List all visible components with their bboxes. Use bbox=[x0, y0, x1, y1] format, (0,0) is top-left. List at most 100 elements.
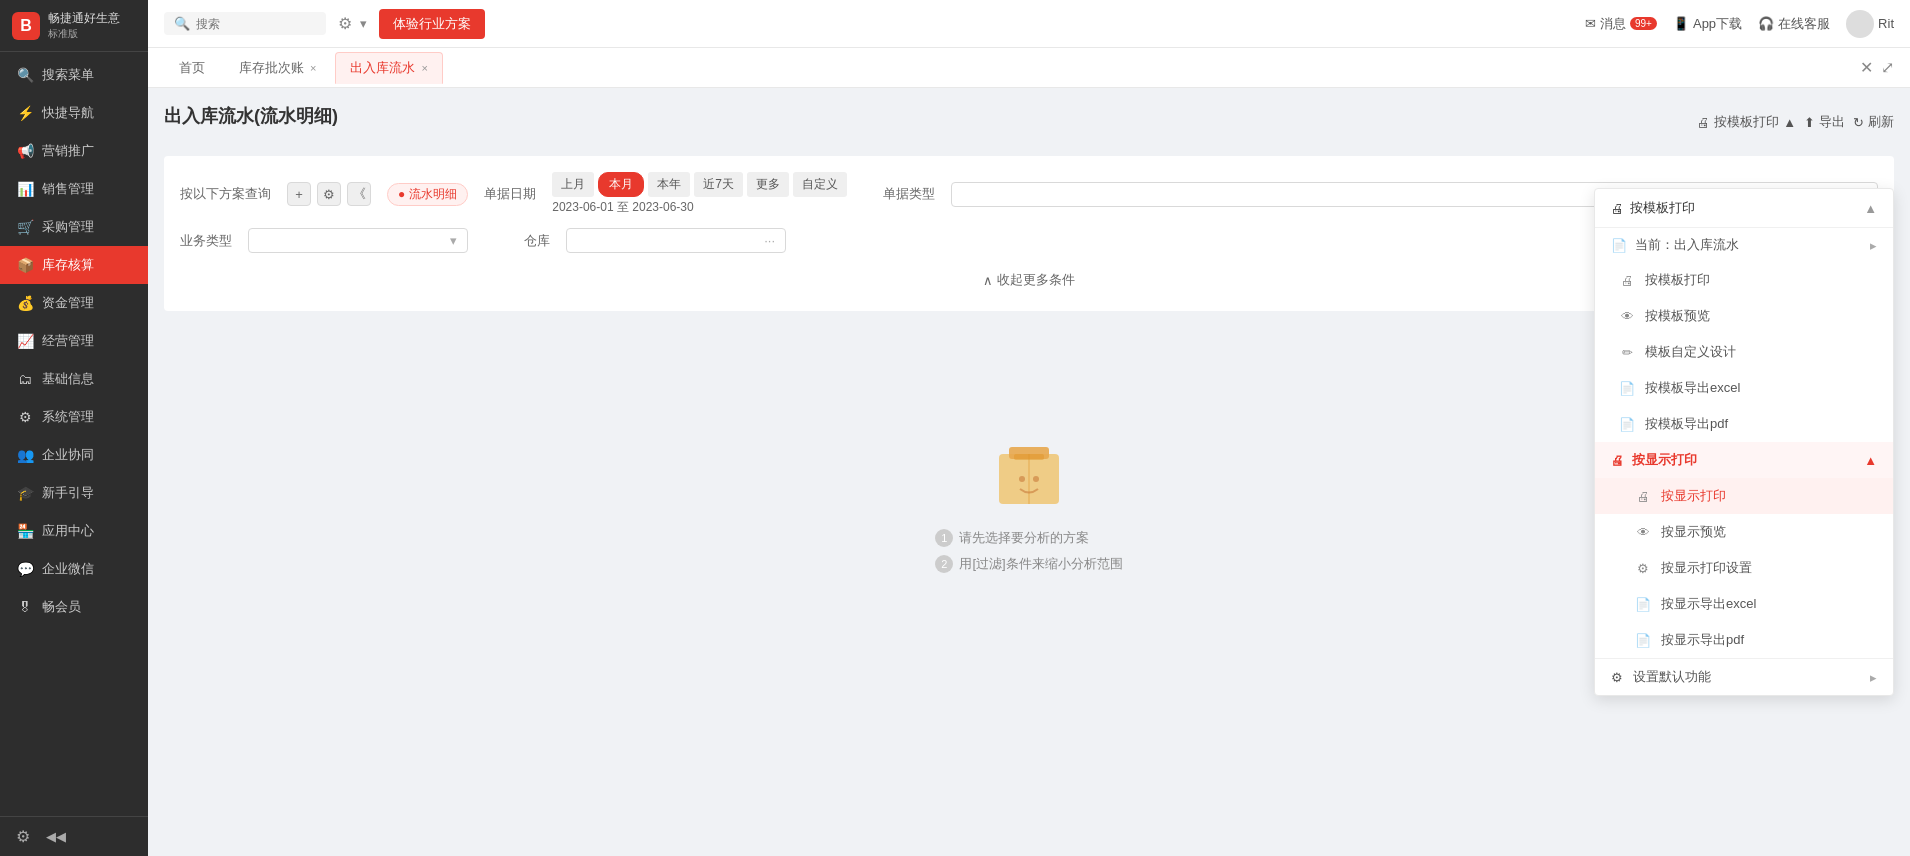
sidebar-item-operation[interactable]: 📈经营管理 bbox=[0, 322, 148, 360]
dropdown-template-print[interactable]: 🖨 按模板打印 bbox=[1595, 262, 1893, 298]
collapse-filter-label: 收起更多条件 bbox=[997, 271, 1075, 289]
dropdown-display-pdf[interactable]: 📄 按显示导出pdf bbox=[1595, 622, 1893, 658]
operation-icon: 📈 bbox=[16, 332, 34, 350]
dropdown-header-arrow[interactable]: ▲ bbox=[1864, 201, 1877, 216]
dropdown-footer[interactable]: ⚙ 设置默认功能 ▸ bbox=[1595, 658, 1893, 695]
chevron-down-icon[interactable]: ▾ bbox=[360, 16, 367, 31]
search-input[interactable] bbox=[196, 17, 316, 31]
date-current-month[interactable]: 本月 bbox=[598, 172, 644, 197]
trial-button[interactable]: 体验行业方案 bbox=[379, 9, 485, 39]
tab-close-all-icon[interactable]: ✕ bbox=[1860, 58, 1873, 77]
collapse-filter-btn[interactable]: ∧ 收起更多条件 bbox=[971, 265, 1087, 295]
dropdown-display-excel[interactable]: 📄 按显示导出excel bbox=[1595, 586, 1893, 622]
tab-flow-close[interactable]: × bbox=[421, 62, 427, 74]
sidebar-item-purchase[interactable]: 🛒采购管理 bbox=[0, 208, 148, 246]
sidebar-item-label: 基础信息 bbox=[42, 370, 94, 388]
sidebar-item-wechat[interactable]: 💬企业微信 bbox=[0, 550, 148, 588]
sidebar-item-collab[interactable]: 👥企业协同 bbox=[0, 436, 148, 474]
date-last-month[interactable]: 上月 bbox=[552, 172, 594, 197]
sidebar-item-shortcut[interactable]: ⚡快捷导航 bbox=[0, 94, 148, 132]
dropdown-display-settings[interactable]: ⚙ 按显示打印设置 bbox=[1595, 550, 1893, 586]
filter-label: 按以下方案查询 bbox=[180, 185, 271, 203]
warehouse-label: 仓库 bbox=[524, 232, 550, 250]
user-avatar-area[interactable]: Rit bbox=[1846, 10, 1894, 38]
sidebar-item-sales[interactable]: 📊销售管理 bbox=[0, 170, 148, 208]
tab-flow[interactable]: 出入库流水 × bbox=[335, 52, 442, 84]
member-icon: 🎖 bbox=[16, 598, 34, 616]
top-actions: 🖨 按模板打印 ▲ ⬆ 导出 ↻ 刷新 bbox=[1697, 113, 1894, 131]
hint-1-text: 请先选择要分析的方案 bbox=[959, 525, 1089, 551]
bill-type-label: 单据类型 bbox=[883, 185, 935, 203]
sidebar-item-marketing[interactable]: 📢营销推广 bbox=[0, 132, 148, 170]
export-btn[interactable]: ⬆ 导出 bbox=[1804, 113, 1845, 131]
sidebar-item-finance[interactable]: 💰 资金管理 bbox=[0, 284, 148, 322]
sidebar-item-label: 营销推广 bbox=[42, 142, 94, 160]
business-type-label: 业务类型 bbox=[180, 232, 232, 250]
sidebar-item-label: 库存核算 bbox=[42, 256, 94, 274]
dropdown-display-section[interactable]: 🖨 按显示打印 ▲ bbox=[1595, 442, 1893, 478]
finance-icon: 💰 bbox=[16, 294, 34, 312]
tab-home[interactable]: 首页 bbox=[164, 52, 220, 84]
sidebar-item-inventory[interactable]: 📦库存核算 bbox=[0, 246, 148, 284]
sidebar-item-label: 系统管理 bbox=[42, 408, 94, 426]
template-print-icon: 🖨 bbox=[1619, 272, 1635, 288]
gear-icon[interactable]: ⚙ bbox=[338, 14, 352, 33]
dropdown-template-preview[interactable]: 👁 按模板预览 bbox=[1595, 298, 1893, 334]
sidebar-nav: 🔍搜索菜单⚡快捷导航📢营销推广📊销售管理🛒采购管理📦库存核算 💰 资金管理 📈经营管理… bbox=[0, 52, 148, 816]
template-preview-label: 按模板预览 bbox=[1645, 307, 1710, 325]
date-7days[interactable]: 近7天 bbox=[694, 172, 743, 197]
sidebar-item-guide[interactable]: 🎓新手引导 bbox=[0, 474, 148, 512]
template-excel-icon: 📄 bbox=[1619, 380, 1635, 396]
settings-icon[interactable]: ⚙ bbox=[16, 827, 30, 846]
business-type-select[interactable]: ▾ bbox=[248, 228, 468, 253]
sidebar-item-base[interactable]: 🗂基础信息 bbox=[0, 360, 148, 398]
date-custom[interactable]: 自定义 bbox=[793, 172, 847, 197]
footer-settings-icon: ⚙ bbox=[1611, 670, 1623, 685]
dropdown-current-item[interactable]: 📄 当前：出入库流水 ▸ bbox=[1595, 228, 1893, 262]
warehouse-more-btn[interactable]: ··· bbox=[764, 233, 775, 248]
display-preview-label: 按显示预览 bbox=[1661, 523, 1726, 541]
business-type-chevron: ▾ bbox=[450, 233, 457, 248]
active-filter-tag[interactable]: ● 流水明细 bbox=[387, 183, 468, 206]
dropdown-template-excel[interactable]: 📄 按模板导出excel bbox=[1595, 370, 1893, 406]
dropdown-display-preview[interactable]: 👁 按显示预览 bbox=[1595, 514, 1893, 550]
sidebar-item-system[interactable]: ⚙系统管理 bbox=[0, 398, 148, 436]
content-area: 出入库流水(流水明细) 🖨 按模板打印 ▲ ⬆ 导出 ↻ 刷新 bbox=[148, 88, 1910, 856]
refresh-label: 刷新 bbox=[1868, 113, 1894, 131]
search-box[interactable]: 🔍 bbox=[164, 12, 326, 35]
date-current-year[interactable]: 本年 bbox=[648, 172, 690, 197]
dropdown-display-print[interactable]: 🖨 按显示打印 bbox=[1595, 478, 1893, 514]
refresh-btn[interactable]: ↻ 刷新 bbox=[1853, 113, 1894, 131]
print-template-btn[interactable]: 🖨 按模板打印 ▲ bbox=[1697, 113, 1796, 131]
logo-area: B 畅捷通好生意 标准版 bbox=[0, 0, 148, 52]
purchase-icon: 🛒 bbox=[16, 218, 34, 236]
warehouse-select[interactable]: ··· bbox=[566, 228, 786, 253]
shortcut-icon: ⚡ bbox=[16, 104, 34, 122]
online-service-btn[interactable]: 🎧 在线客服 bbox=[1758, 15, 1830, 33]
dropdown-template-design[interactable]: ✏ 模板自定义设计 bbox=[1595, 334, 1893, 370]
print-dropdown: 🖨 按模板打印 ▲ 📄 当前：出入库流水 ▸ 🖨 按模板打印 👁 bbox=[1594, 188, 1894, 696]
app-download-btn[interactable]: 📱 App下载 bbox=[1673, 15, 1742, 33]
dropdown-template-pdf[interactable]: 📄 按模板导出pdf bbox=[1595, 406, 1893, 442]
sidebar-item-search[interactable]: 🔍搜索菜单 bbox=[0, 56, 148, 94]
logo-text: 畅捷通好生意 标准版 bbox=[48, 10, 120, 41]
date-more[interactable]: 更多 bbox=[747, 172, 789, 197]
display-preview-icon: 👁 bbox=[1635, 524, 1651, 540]
print-template-label: 按模板打印 bbox=[1714, 113, 1779, 131]
sidebar-item-label: 资金管理 bbox=[42, 294, 94, 312]
message-btn[interactable]: ✉ 消息 99+ bbox=[1585, 15, 1657, 33]
tab-batch[interactable]: 库存批次账 × bbox=[224, 52, 331, 84]
filter-add-btn[interactable]: + bbox=[287, 182, 311, 206]
date-range-text: 2023-06-01 至 2023-06-30 bbox=[552, 199, 847, 216]
collapse-sidebar-icon[interactable]: ◀◀ bbox=[46, 829, 66, 844]
empty-box-svg bbox=[984, 429, 1074, 509]
template-pdf-icon: 📄 bbox=[1619, 416, 1635, 432]
chevron-up-icon: ▲ bbox=[1783, 115, 1796, 130]
filter-setting-btn[interactable]: ⚙ bbox=[317, 182, 341, 206]
tab-batch-close[interactable]: × bbox=[310, 62, 316, 74]
filter-collapse-btn[interactable]: 《 bbox=[347, 182, 371, 206]
sidebar-item-member[interactable]: 🎖畅会员 bbox=[0, 588, 148, 626]
tab-maximize-icon[interactable]: ⤢ bbox=[1881, 58, 1894, 77]
sidebar-item-apps[interactable]: 🏪应用中心 bbox=[0, 512, 148, 550]
display-pdf-icon: 📄 bbox=[1635, 632, 1651, 648]
